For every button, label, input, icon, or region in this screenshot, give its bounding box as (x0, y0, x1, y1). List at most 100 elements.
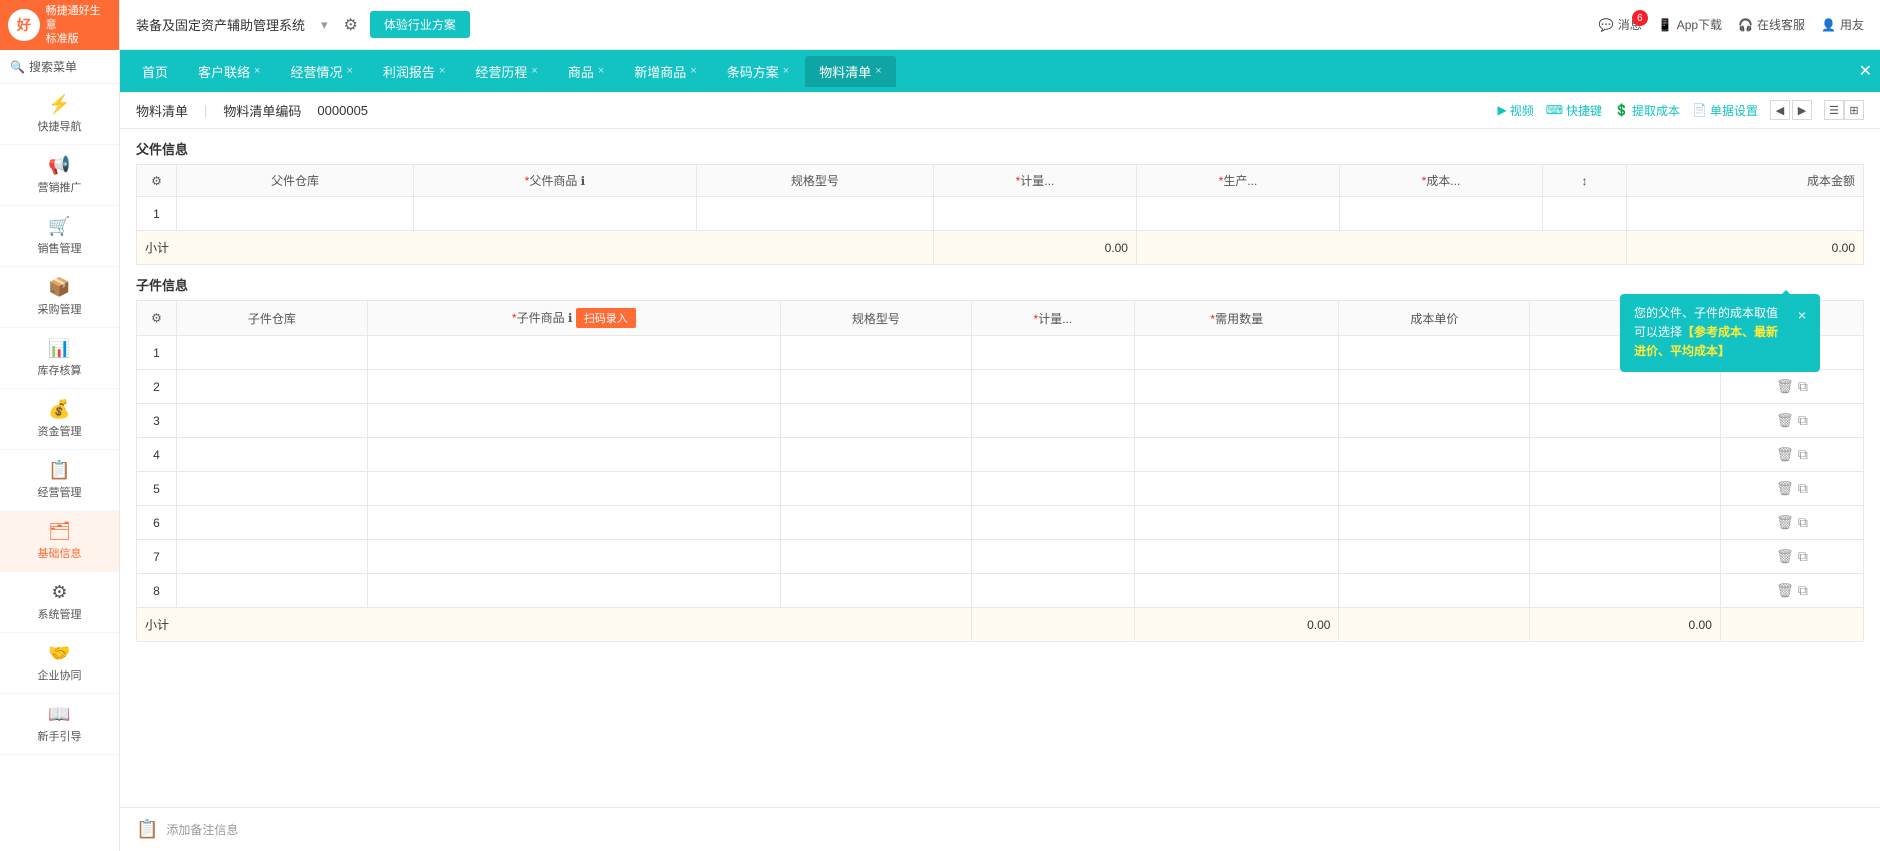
next-arrow[interactable]: ▶ (1792, 100, 1812, 120)
child-cell-measure-4[interactable] (971, 438, 1134, 472)
child-cell-product-7[interactable] (367, 540, 780, 574)
child-cell-warehouse-3[interactable] (177, 404, 368, 438)
child-cell-amount-7[interactable] (1530, 540, 1721, 574)
child-cell-product-3[interactable] (367, 404, 780, 438)
add-note-icon[interactable]: 📋 (136, 819, 158, 840)
child-cell-warehouse-4[interactable] (177, 438, 368, 472)
list-view-button[interactable]: ☰ (1824, 100, 1844, 120)
child-cell-unitcost-4[interactable] (1339, 438, 1530, 472)
child-cell-product-5[interactable] (367, 472, 780, 506)
bill-settings-button[interactable]: 📄 单据设置 (1692, 102, 1758, 119)
extract-cost-button[interactable]: 💲 提取成本 (1614, 102, 1680, 119)
child-cell-measure-5[interactable] (971, 472, 1134, 506)
nav-tab-close-7[interactable]: × (783, 65, 789, 77)
nav-tab-6[interactable]: 新增商品 × (620, 56, 710, 87)
child-cell-spec-2[interactable] (781, 370, 972, 404)
child-cell-warehouse-6[interactable] (177, 506, 368, 540)
child-cell-unitcost-1[interactable] (1339, 336, 1530, 370)
nav-tab-5[interactable]: 商品 × (554, 56, 618, 87)
card-view-button[interactable]: ⊞ (1844, 100, 1864, 120)
child-cell-product-6[interactable] (367, 506, 780, 540)
child-cell-measure-1[interactable] (971, 336, 1134, 370)
child-cell-amount-8[interactable] (1530, 574, 1721, 608)
copy-icon-5[interactable]: ⧉ (1798, 480, 1808, 497)
close-all-tabs-button[interactable]: ✕ (1859, 61, 1872, 81)
sidebar-item-basic-info[interactable]: 🗂基础信息 (0, 511, 119, 572)
child-cell-amount-3[interactable] (1530, 404, 1721, 438)
nav-tab-7[interactable]: 条码方案 × (713, 56, 803, 87)
delete-icon-8[interactable]: 🗑 (1776, 582, 1794, 599)
child-cell-spec-7[interactable] (781, 540, 972, 574)
settings-icon[interactable]: ⚙ (344, 15, 358, 35)
sidebar-item-operations[interactable]: 📋经营管理 (0, 450, 119, 511)
copy-icon-7[interactable]: ⧉ (1798, 548, 1808, 565)
nav-tab-0[interactable]: 首页 (128, 56, 182, 87)
delete-icon-4[interactable]: 🗑 (1776, 446, 1794, 463)
child-cell-measure-7[interactable] (971, 540, 1134, 574)
sidebar-item-finance[interactable]: 💰资金管理 (0, 389, 119, 450)
child-cell-amount-5[interactable] (1530, 472, 1721, 506)
child-cell-qty-5[interactable] (1135, 472, 1339, 506)
child-cell-spec-4[interactable] (781, 438, 972, 472)
nav-tab-close-6[interactable]: × (690, 65, 696, 77)
delete-icon-2[interactable]: 🗑 (1776, 378, 1794, 395)
sidebar-item-inventory[interactable]: 📊库存核算 (0, 328, 119, 389)
child-cell-qty-6[interactable] (1135, 506, 1339, 540)
online-service-button[interactable]: 🎧 在线客服 (1738, 16, 1805, 33)
view-video-button[interactable]: ▶ 视频 (1497, 102, 1533, 119)
sidebar-item-cooperation[interactable]: 🤝企业协同 (0, 633, 119, 694)
parent-cell-cost[interactable] (1340, 197, 1543, 231)
child-cell-amount-4[interactable] (1530, 438, 1721, 472)
sidebar-item-guide[interactable]: 📖新手引导 (0, 694, 119, 755)
child-cell-unitcost-5[interactable] (1339, 472, 1530, 506)
child-cell-measure-3[interactable] (971, 404, 1134, 438)
nav-tab-close-1[interactable]: × (254, 65, 260, 77)
child-cell-spec-8[interactable] (781, 574, 972, 608)
child-cell-unitcost-2[interactable] (1339, 370, 1530, 404)
app-download-button[interactable]: 📱 App下载 (1658, 16, 1722, 33)
child-col-settings[interactable]: ⚙ (137, 301, 177, 336)
prev-arrow[interactable]: ◀ (1770, 100, 1790, 120)
nav-tab-close-8[interactable]: × (875, 65, 881, 77)
parent-cell-warehouse[interactable] (177, 197, 414, 231)
child-cell-amount-6[interactable] (1530, 506, 1721, 540)
child-cell-unitcost-7[interactable] (1339, 540, 1530, 574)
child-cell-qty-1[interactable] (1135, 336, 1339, 370)
child-cell-spec-1[interactable] (781, 336, 972, 370)
child-cell-qty-8[interactable] (1135, 574, 1339, 608)
child-cell-amount-2[interactable] (1530, 370, 1721, 404)
sidebar-item-purchase[interactable]: 📦采购管理 (0, 267, 119, 328)
delete-icon-6[interactable]: 🗑 (1776, 514, 1794, 531)
sidebar-item-sales[interactable]: 🛒销售管理 (0, 206, 119, 267)
child-cell-spec-3[interactable] (781, 404, 972, 438)
nav-tab-1[interactable]: 客户联络 × (184, 56, 274, 87)
sidebar-item-system[interactable]: ⚙系统管理 (0, 572, 119, 633)
child-cell-qty-7[interactable] (1135, 540, 1339, 574)
sidebar-item-quick-nav[interactable]: ⚡快捷导航 (0, 84, 119, 145)
child-cell-qty-2[interactable] (1135, 370, 1339, 404)
scan-input-button[interactable]: 扫码录入 (576, 308, 636, 328)
nav-tab-3[interactable]: 利润报告 × (369, 56, 459, 87)
child-cell-measure-8[interactable] (971, 574, 1134, 608)
nav-tab-close-3[interactable]: × (439, 65, 445, 77)
child-cell-unitcost-6[interactable] (1339, 506, 1530, 540)
child-cell-warehouse-5[interactable] (177, 472, 368, 506)
parent-cell-product[interactable] (414, 197, 697, 231)
parent-cell-amount[interactable] (1626, 197, 1863, 231)
child-cell-spec-6[interactable] (781, 506, 972, 540)
child-cell-unitcost-8[interactable] (1339, 574, 1530, 608)
nav-tab-close-4[interactable]: × (531, 65, 537, 77)
child-cell-qty-3[interactable] (1135, 404, 1339, 438)
delete-icon-3[interactable]: 🗑 (1776, 412, 1794, 429)
copy-icon-3[interactable]: ⧉ (1798, 412, 1808, 429)
shortcut-button[interactable]: ⌨ 快捷键 (1546, 102, 1602, 119)
copy-icon-2[interactable]: ⧉ (1798, 378, 1808, 395)
nav-tab-4[interactable]: 经营历程 × (461, 56, 551, 87)
tooltip-close-button[interactable]: × (1798, 304, 1806, 326)
parent-cell-produce[interactable] (1136, 197, 1339, 231)
child-cell-product-8[interactable] (367, 574, 780, 608)
delete-icon-7[interactable]: 🗑 (1776, 548, 1794, 565)
message-button[interactable]: 💬 6 消息 (1599, 16, 1642, 33)
sub-header-tab1[interactable]: 物料清单 (136, 101, 188, 120)
user-avatar[interactable]: 👤 用友 (1821, 16, 1864, 33)
